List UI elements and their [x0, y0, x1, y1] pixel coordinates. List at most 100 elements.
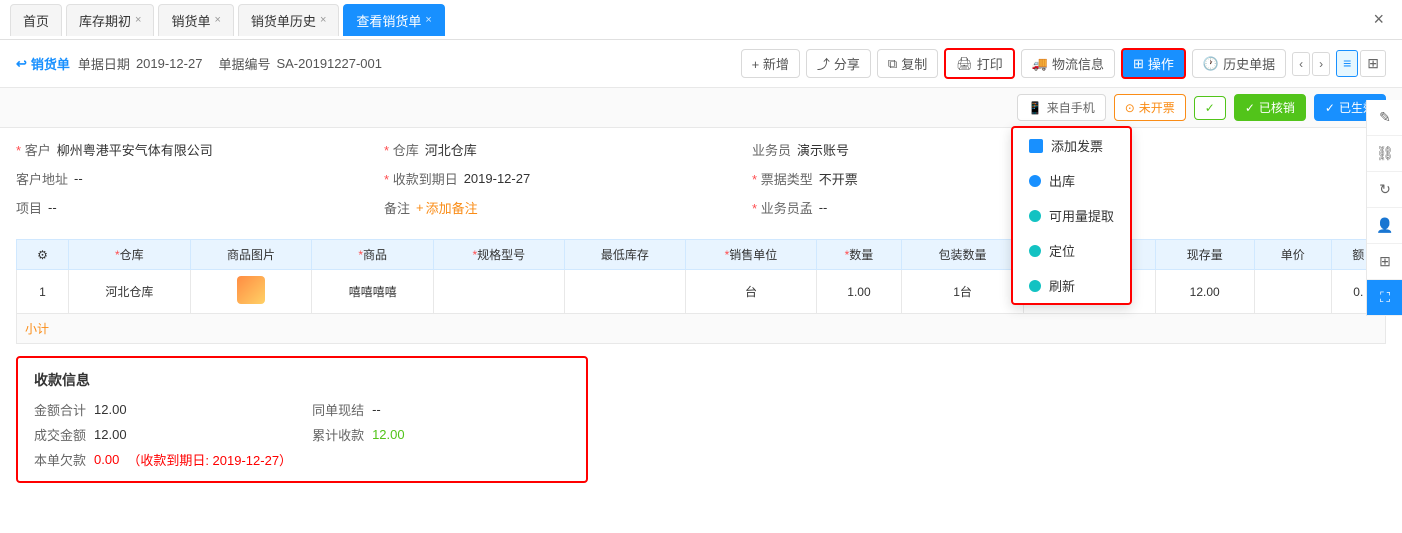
list-view-button[interactable]: ≡ — [1336, 50, 1358, 77]
copy-label: 复制 — [901, 54, 927, 73]
add-note-button[interactable]: + 添加备注 — [416, 198, 478, 217]
tab-sales-order[interactable]: 销货单 × — [158, 4, 233, 36]
customer-field: * 客户 柳州粤港平安气体有限公司 — [16, 140, 296, 159]
copy-button[interactable]: ⧉ 复制 — [877, 49, 938, 78]
current-due-label: 本单欠款 — [34, 450, 86, 469]
right-tool-rotate[interactable]: ↻ — [1367, 172, 1402, 208]
doc-number-field: 单据编号 SA-20191227-001 — [218, 54, 382, 73]
share-button[interactable]: ⤴ 分享 — [806, 49, 871, 78]
staff2-label: * 业务员孟 — [752, 198, 813, 217]
logistics-label: 物流信息 — [1052, 54, 1104, 73]
cumulative-collection-value: 12.00 — [372, 427, 405, 442]
table-container: ⚙ *仓库 商品图片 *商品 *规格型号 最低库存 *销售单位 *数量 包装数量… — [0, 239, 1402, 344]
staff-value: 演示账号 — [797, 140, 849, 159]
dropdown-item-add-invoice[interactable]: 添加发票 — [1013, 128, 1130, 163]
history-label: 历史单据 — [1223, 54, 1275, 73]
warehouse-value: 河北仓库 — [425, 140, 477, 159]
customer-value: 柳州粤港平安气体有限公司 — [57, 140, 213, 159]
cancel-sale-button[interactable]: ✓ 已核销 — [1234, 94, 1306, 121]
not-open-label: 未开票 — [1139, 99, 1175, 116]
staff2-value: -- — [819, 200, 828, 215]
print-button[interactable]: 🖨 打印 — [944, 48, 1015, 79]
form-row-2: 客户地址 -- * 收款到期日 2019-12-27 * 票据类型 不开票 — [16, 169, 1386, 188]
user-icon: 👤 — [1376, 217, 1393, 234]
print-icon: 🖨 — [956, 56, 973, 72]
right-tool-link[interactable]: ⛓ — [1367, 136, 1402, 172]
tab-inventory-init-close[interactable]: × — [135, 14, 141, 26]
tab-sales-history[interactable]: 销货单历史 × — [238, 4, 339, 36]
transaction-amount-value: 12.00 — [94, 427, 127, 442]
staff-label: 业务员 — [752, 140, 791, 159]
check2-icon: ✓ — [1325, 101, 1335, 115]
col-price: 单价 — [1254, 240, 1331, 270]
prev-arrow[interactable]: ‹ — [1292, 52, 1310, 76]
operation-button[interactable]: ⊞ 操作 — [1121, 48, 1186, 79]
main-content: ↩ 销货单 单据日期 2019-12-27 单据编号 SA-20191227-0… — [0, 40, 1402, 533]
tab-sales-history-close[interactable]: × — [320, 14, 326, 26]
right-tool-user[interactable]: 👤 — [1367, 208, 1402, 244]
history-button[interactable]: 🕐 历史单据 — [1192, 49, 1286, 78]
tab-view-sales-close[interactable]: × — [425, 14, 431, 26]
row-price — [1254, 270, 1331, 314]
edit-icon: ✎ — [1379, 109, 1391, 126]
doc-date-field: 单据日期 2019-12-27 — [78, 54, 203, 73]
not-open-button[interactable]: ⊙ 未开票 — [1114, 94, 1186, 121]
doc-date-label: 单据日期 — [78, 54, 130, 73]
grid-icon: ⊞ — [1133, 56, 1144, 72]
dropdown-item-refresh[interactable]: 刷新 — [1013, 268, 1130, 303]
doc-type-label: 销货单 — [31, 54, 70, 73]
next-arrow[interactable]: › — [1312, 52, 1330, 76]
tab-home-label: 首页 — [23, 11, 49, 30]
col-warehouse: *仓库 — [68, 240, 190, 270]
check-icon: ✓ — [1245, 101, 1255, 115]
new-button[interactable]: + 新增 — [741, 49, 800, 78]
outbound-icon — [1029, 175, 1041, 187]
payment-date-value: 2019-12-27 — [464, 171, 531, 186]
row-stock: 12.00 — [1155, 270, 1254, 314]
tab-inventory-init[interactable]: 库存期初 × — [66, 4, 154, 36]
share-icon: ⤴ — [817, 54, 830, 73]
col-spec: *规格型号 — [434, 240, 564, 270]
table-row: 1 河北仓库 嘻嘻嘻嘻 台 1.00 1台 12.00 0. — [17, 270, 1386, 314]
copy-icon: ⧉ — [888, 56, 897, 72]
window-close-button[interactable]: × — [1365, 9, 1392, 30]
not-open-icon: ⊙ — [1125, 101, 1135, 115]
confirm-button[interactable]: ✓ — [1194, 96, 1226, 120]
tab-home[interactable]: 首页 — [10, 4, 62, 36]
dropdown-item-outbound[interactable]: 出库 — [1013, 163, 1130, 198]
current-due-note: （收款到期日: 2019-12-27） — [127, 450, 292, 469]
right-tool-fullscreen[interactable]: ⛶ — [1367, 280, 1402, 316]
tab-sales-order-close[interactable]: × — [214, 14, 220, 26]
doc-type-icon: ↩ — [16, 56, 27, 72]
table-header-row: ⚙ *仓库 商品图片 *商品 *规格型号 最低库存 *销售单位 *数量 包装数量… — [17, 240, 1386, 270]
row-pack-qty: 1台 — [902, 270, 1024, 314]
right-tool-edit[interactable]: ✎ — [1367, 100, 1402, 136]
refresh-label: 刷新 — [1049, 276, 1075, 295]
row-quantity: 1.00 — [816, 270, 902, 314]
current-due-value: 0.00 — [94, 452, 119, 467]
from-phone-button[interactable]: 📱 来自手机 — [1017, 94, 1106, 121]
grid-view-button[interactable]: ⊞ — [1360, 50, 1386, 77]
toolbar: ↩ 销货单 单据日期 2019-12-27 单据编号 SA-20191227-0… — [0, 40, 1402, 88]
col-min-stock: 最低库存 — [564, 240, 686, 270]
add-invoice-icon — [1029, 139, 1043, 153]
col-settings[interactable]: ⚙ — [17, 240, 69, 270]
current-due-row: 本单欠款 0.00 （收款到期日: 2019-12-27） — [34, 450, 292, 469]
total-amount-value: 12.00 — [94, 402, 127, 417]
tab-view-sales[interactable]: 查看销货单 × — [343, 4, 444, 36]
right-tool-table[interactable]: ⊞ — [1367, 244, 1402, 280]
cumulative-collection-row: 累计收款 12.00 — [312, 425, 570, 444]
doc-number-value: SA-20191227-001 — [276, 56, 382, 71]
logistics-button[interactable]: 🚚 物流信息 — [1021, 49, 1115, 78]
dropdown-item-locate[interactable]: 定位 — [1013, 233, 1130, 268]
col-product: *商品 — [312, 240, 434, 270]
row-product: 嘻嘻嘻嘻 — [312, 270, 434, 314]
payment-rows: 金额合计 12.00 同单现结 -- 成交金额 12.00 累计收款 12.00… — [34, 400, 570, 469]
payment-date-field: * 收款到期日 2019-12-27 — [384, 169, 664, 188]
available-pickup-icon — [1029, 210, 1041, 222]
row-min-stock — [564, 270, 686, 314]
dropdown-item-available-pickup[interactable]: 可用量提取 — [1013, 198, 1130, 233]
staff2-field: * 业务员孟 -- — [752, 198, 1032, 217]
transaction-amount-label: 成交金额 — [34, 425, 86, 444]
row-unit: 台 — [686, 270, 816, 314]
